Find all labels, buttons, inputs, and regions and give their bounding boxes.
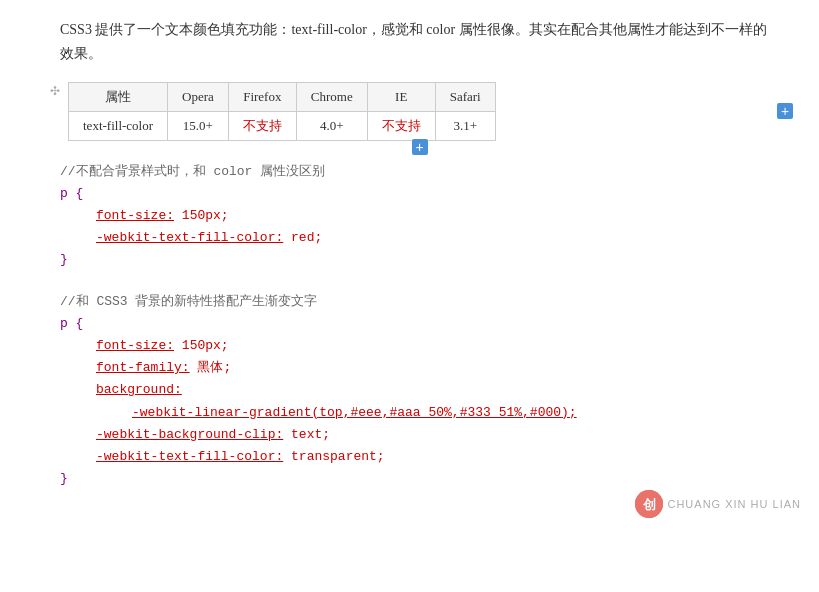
code-block-1: //不配合背景样式时，和 color 属性没区别 p { font-size: …: [60, 161, 779, 271]
svg-text:创: 创: [642, 497, 656, 512]
code-selector-1: p {: [60, 183, 779, 205]
col-header-property: 属性: [69, 82, 168, 111]
val-font-family: 黑体;: [197, 360, 231, 375]
code-close-1: }: [60, 249, 779, 271]
cell-property: text-fill-color: [69, 111, 168, 140]
code-line-1-2: -webkit-text-fill-color: red;: [96, 227, 779, 249]
prop-bg-clip: -webkit-background-clip:: [96, 427, 283, 442]
code-close-2: }: [60, 468, 779, 490]
prop-webkit-fill-2: -webkit-text-fill-color:: [96, 449, 283, 464]
col-header-opera: Opera: [168, 82, 229, 111]
col-header-firefox: Firefox: [228, 82, 296, 111]
val-webkit-fill: red;: [291, 230, 322, 245]
intro-paragraph: CSS3 提供了一个文本颜色填充功能：text-fill-color，感觉和 c…: [60, 18, 779, 66]
cell-ie: 不支持: [367, 111, 435, 140]
code-line-2-6: -webkit-text-fill-color: transparent;: [96, 446, 779, 468]
code-block-2: //和 CSS3 背景的新特性搭配产生渐变文字 p { font-size: 1…: [60, 291, 779, 490]
watermark-logo: 创: [635, 490, 663, 518]
code-line-2-4: -webkit-linear-gradient(top,#eee,#aaa 50…: [96, 402, 779, 424]
code-body-2: font-size: 150px; font-family: 黑体; backg…: [60, 335, 779, 468]
table-row: text-fill-color 15.0+ 不支持 4.0+ 不支持 3.1+: [69, 111, 496, 140]
compat-table: 属性 Opera Firefox Chrome IE Safari text-f…: [68, 82, 496, 141]
col-header-ie: IE: [367, 82, 435, 111]
code-line-2-5: -webkit-background-clip: text;: [96, 424, 779, 446]
code-line-1-1: font-size: 150px;: [96, 205, 779, 227]
val-font-size-1: 150px;: [182, 208, 229, 223]
code-line-2-1: font-size: 150px;: [96, 335, 779, 357]
code-selector-2: p {: [60, 313, 779, 335]
table-header-row: 属性 Opera Firefox Chrome IE Safari: [69, 82, 496, 111]
prop-webkit-fill: -webkit-text-fill-color:: [96, 230, 283, 245]
val-bg-clip: text;: [291, 427, 330, 442]
selector-text-2: p {: [60, 316, 83, 331]
code-comment-1: //不配合背景样式时，和 color 属性没区别: [60, 161, 779, 183]
cell-opera: 15.0+: [168, 111, 229, 140]
add-col-button[interactable]: +: [777, 103, 793, 119]
code-line-2-2: font-family: 黑体;: [96, 357, 779, 379]
watermark: 创 CHUANG XIN HU LIAN: [635, 490, 801, 518]
cell-firefox: 不支持: [228, 111, 296, 140]
brace-close-1: }: [60, 252, 68, 267]
val-font-size-2: 150px;: [182, 338, 229, 353]
code-body-1: font-size: 150px; -webkit-text-fill-colo…: [60, 205, 779, 249]
prop-font-size-2: font-size:: [96, 338, 174, 353]
prop-background: background:: [96, 382, 182, 397]
brace-close-2: }: [60, 471, 68, 486]
selector-text: p {: [60, 186, 83, 201]
cell-chrome: 4.0+: [296, 111, 367, 140]
watermark-icon: 创: [635, 490, 663, 518]
prop-font-family: font-family:: [96, 360, 190, 375]
prop-font-size-1: font-size:: [96, 208, 174, 223]
col-header-safari: Safari: [435, 82, 495, 111]
page-container: CSS3 提供了一个文本颜色填充功能：text-fill-color，感觉和 c…: [0, 0, 819, 530]
add-row-button[interactable]: +: [412, 139, 428, 155]
drag-handle[interactable]: ✣: [50, 84, 60, 99]
val-webkit-fill-2: transparent;: [291, 449, 385, 464]
val-gradient: -webkit-linear-gradient(top,#eee,#aaa 50…: [132, 405, 577, 420]
watermark-text: CHUANG XIN HU LIAN: [667, 498, 801, 510]
code-comment-2: //和 CSS3 背景的新特性搭配产生渐变文字: [60, 291, 779, 313]
code-line-2-3: background:: [96, 379, 779, 401]
col-header-chrome: Chrome: [296, 82, 367, 111]
cell-safari: 3.1+: [435, 111, 495, 140]
unsupported-badge: 不支持: [382, 118, 421, 133]
unsupported-badge: 不支持: [243, 118, 282, 133]
compat-table-wrapper: ✣ 属性 Opera Firefox Chrome IE Safari text…: [60, 82, 779, 141]
